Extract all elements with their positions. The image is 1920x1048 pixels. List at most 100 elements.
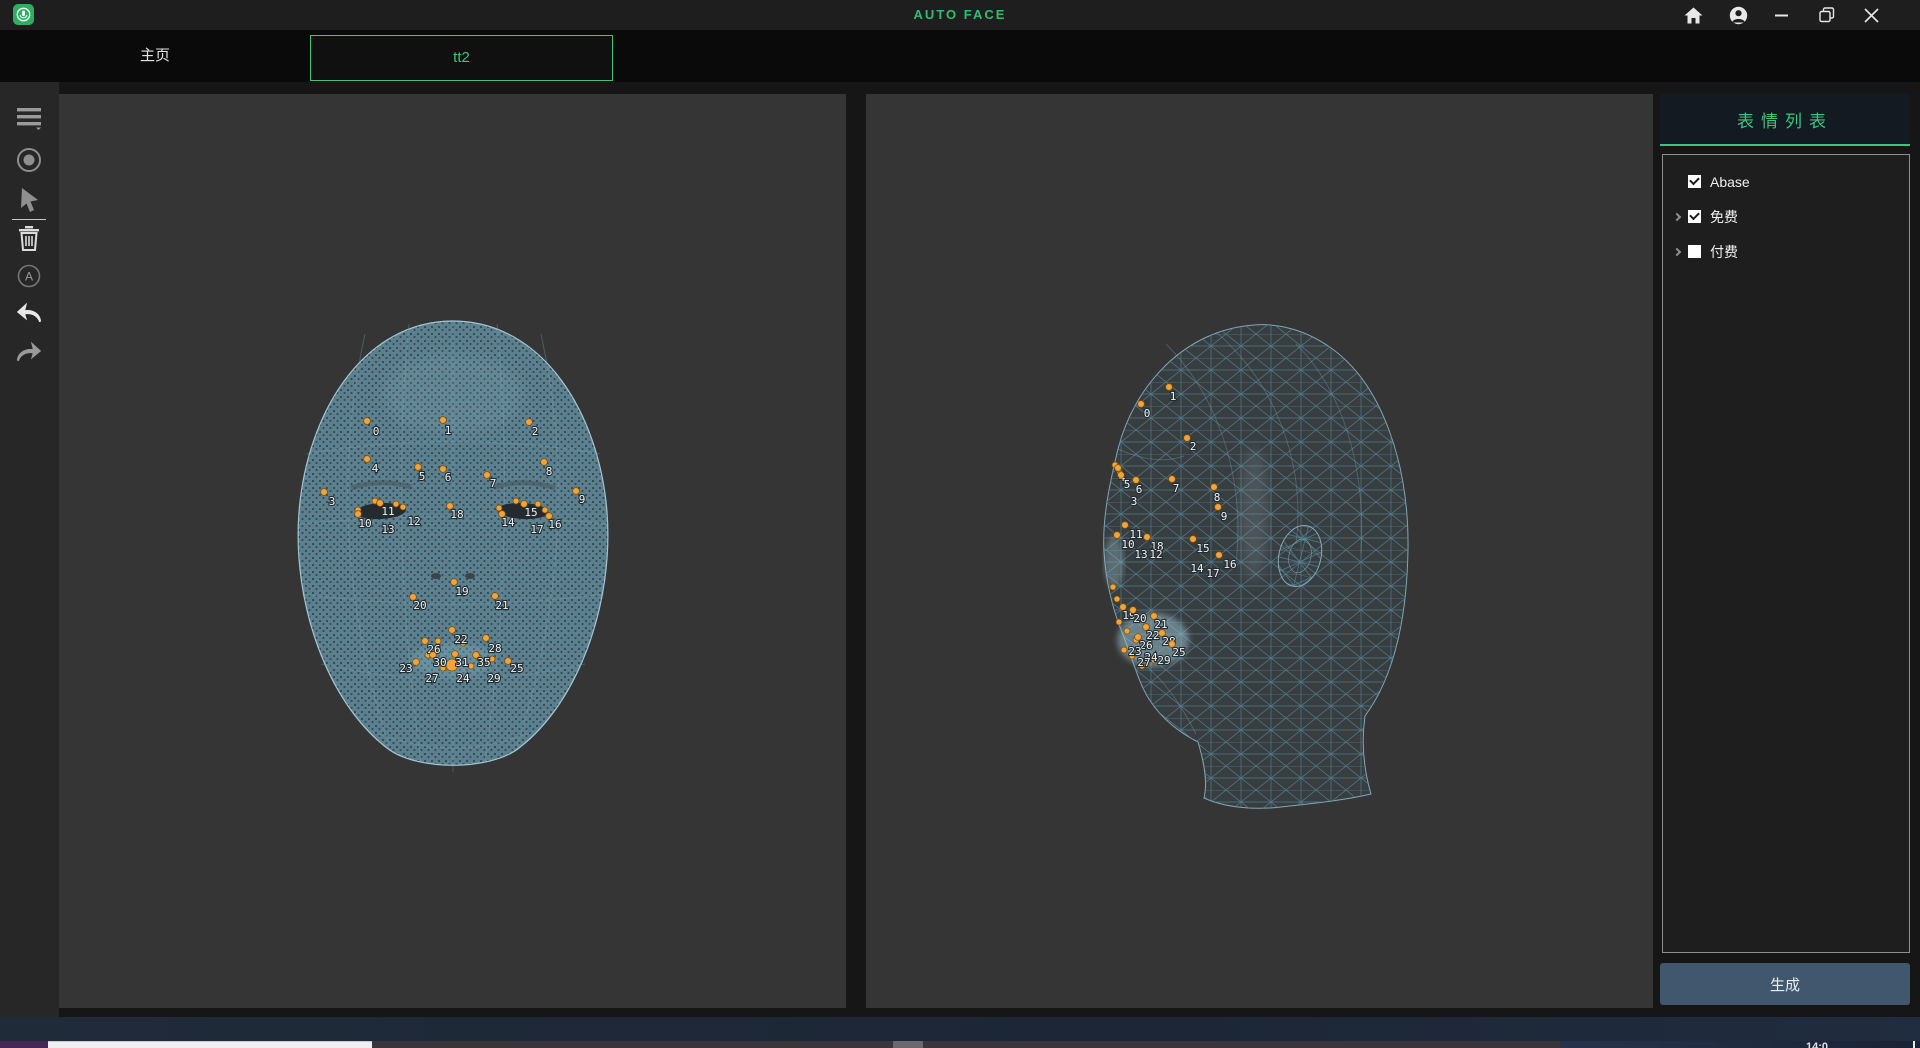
home-icon bbox=[1684, 7, 1703, 24]
landmark-label: 15 bbox=[1196, 542, 1209, 555]
close-icon bbox=[1864, 8, 1879, 23]
landmark-label: 1 bbox=[445, 424, 452, 437]
checkbox-checked-icon[interactable] bbox=[1688, 210, 1701, 223]
landmark-label: 10 bbox=[358, 517, 371, 530]
landmark-label: 5 bbox=[1124, 478, 1131, 491]
landmark-label: 29 bbox=[487, 672, 500, 685]
delete-button[interactable] bbox=[15, 224, 43, 252]
landmark-dot[interactable] bbox=[364, 418, 371, 425]
background-window-edge bbox=[1913, 1041, 1915, 1048]
expression-item-paid[interactable]: 付费 bbox=[1663, 234, 1909, 269]
landmark-label: 27 bbox=[1137, 656, 1150, 669]
landmark-dot[interactable] bbox=[1190, 536, 1197, 543]
expander-chevron-icon[interactable] bbox=[1673, 212, 1681, 220]
landmark-label: 17 bbox=[1206, 567, 1219, 580]
landmark-label: 5 bbox=[419, 470, 426, 483]
select-button[interactable] bbox=[15, 186, 43, 214]
expression-item-abase[interactable]: Abase bbox=[1663, 164, 1909, 199]
close-button[interactable] bbox=[1854, 0, 1888, 30]
expander-chevron-icon[interactable] bbox=[1673, 247, 1681, 255]
landmark-label: 8 bbox=[546, 465, 553, 478]
landmark-dot[interactable] bbox=[1114, 532, 1121, 539]
landmark-label: 14 bbox=[1190, 562, 1204, 575]
generate-button[interactable]: 生成 bbox=[1660, 963, 1910, 1005]
landmark-label: 3 bbox=[329, 495, 336, 508]
account-button[interactable] bbox=[1721, 0, 1755, 30]
landmark-dot[interactable] bbox=[1122, 522, 1129, 529]
landmark-label: 35 bbox=[477, 656, 490, 669]
landmark-label: 8 bbox=[1214, 491, 1221, 504]
landmark-dot[interactable] bbox=[1110, 584, 1116, 590]
landmark-label: 18 bbox=[450, 508, 463, 521]
landmark-dot[interactable] bbox=[1124, 628, 1130, 634]
landmark-label: 31 bbox=[455, 656, 468, 669]
landmark-label: 22 bbox=[454, 633, 467, 646]
expression-list: Abase 免费 付费 bbox=[1662, 154, 1910, 953]
landmark-label: 9 bbox=[579, 493, 586, 506]
tabbar: 主页 tt2 bbox=[0, 30, 1920, 82]
background-window-edge bbox=[48, 1041, 372, 1048]
undo-button[interactable] bbox=[15, 298, 43, 326]
background-window-edge bbox=[0, 1041, 48, 1048]
landmark-dot[interactable] bbox=[1211, 484, 1218, 491]
landmark-dot[interactable] bbox=[496, 505, 502, 511]
checkbox-filled-icon[interactable] bbox=[1688, 245, 1701, 258]
expression-item-label: 免费 bbox=[1710, 207, 1738, 227]
account-icon bbox=[1729, 6, 1748, 25]
menu-icon bbox=[16, 106, 42, 130]
landmark-label: 7 bbox=[1173, 482, 1180, 495]
tab-home[interactable]: 主页 bbox=[60, 30, 250, 82]
landmark-dot[interactable] bbox=[513, 498, 519, 504]
landmark-label: 19 bbox=[455, 585, 468, 598]
viewport-side[interactable]: 1024563789111018131215141716192021222826… bbox=[866, 94, 1653, 1008]
taskbar-clock-fragment: 14:0 bbox=[1806, 1041, 1828, 1048]
landmark-dot[interactable] bbox=[1144, 534, 1151, 541]
landmark-label: 9 bbox=[1221, 510, 1228, 523]
front-face-mesh: 0124567839111013121815141716192021222628… bbox=[59, 94, 846, 1008]
side-face-mesh: 1024563789111018131215141716192021222826… bbox=[866, 94, 1653, 1008]
minimize-icon bbox=[1775, 14, 1788, 17]
app-title: AUTO FACE bbox=[0, 0, 1920, 30]
annotate-button[interactable]: A bbox=[15, 262, 43, 290]
svg-text:A: A bbox=[25, 270, 33, 284]
landmark-dot[interactable] bbox=[400, 504, 406, 510]
landmark-label: 14 bbox=[501, 516, 515, 529]
landmark-dot[interactable] bbox=[364, 456, 371, 463]
expression-panel-title: 表情列表 bbox=[1737, 107, 1833, 132]
landmark-label: 16 bbox=[1223, 558, 1236, 571]
landmark-dot[interactable] bbox=[483, 635, 490, 642]
record-button[interactable] bbox=[15, 146, 43, 174]
landmark-label: 25 bbox=[1172, 646, 1185, 659]
landmark-dot[interactable] bbox=[1116, 619, 1122, 625]
landmark-label: 0 bbox=[1144, 407, 1151, 420]
left-toolbar: A bbox=[0, 82, 59, 1017]
landmark-label: 28 bbox=[488, 642, 501, 655]
viewport-front[interactable]: 0124567839111013121815141716192021222628… bbox=[59, 94, 846, 1008]
landmark-dot[interactable] bbox=[321, 489, 328, 496]
landmark-dot[interactable] bbox=[440, 417, 447, 424]
landmark-dot[interactable] bbox=[413, 659, 420, 666]
checkbox-checked-icon[interactable] bbox=[1688, 175, 1701, 188]
landmark-label: 2 bbox=[1190, 440, 1197, 453]
landmark-dot[interactable] bbox=[1114, 596, 1120, 602]
expression-item-label: 付费 bbox=[1710, 242, 1738, 262]
landmark-dot[interactable] bbox=[468, 663, 474, 669]
side-head bbox=[1104, 325, 1408, 809]
maximize-button[interactable] bbox=[1810, 0, 1844, 30]
toolbar-divider bbox=[12, 219, 46, 220]
expression-item-free[interactable]: 免费 bbox=[1663, 199, 1909, 234]
tab-tt2[interactable]: tt2 bbox=[310, 35, 613, 81]
landmark-label: 11 bbox=[381, 505, 394, 518]
landmark-label: 15 bbox=[524, 506, 537, 519]
redo-button[interactable] bbox=[15, 337, 43, 365]
home-button[interactable] bbox=[1676, 0, 1710, 30]
landmark-label: 16 bbox=[548, 518, 561, 531]
landmark-dot[interactable] bbox=[542, 507, 548, 513]
background-scrollbar-thumb bbox=[893, 1041, 923, 1048]
landmark-label: 23 bbox=[399, 662, 412, 675]
landmark-dot[interactable] bbox=[1216, 552, 1223, 559]
menu-button[interactable] bbox=[15, 104, 43, 132]
minimize-button[interactable] bbox=[1764, 0, 1798, 30]
landmark-dot[interactable] bbox=[1121, 647, 1127, 653]
landmark-label: 1 bbox=[1170, 390, 1177, 403]
